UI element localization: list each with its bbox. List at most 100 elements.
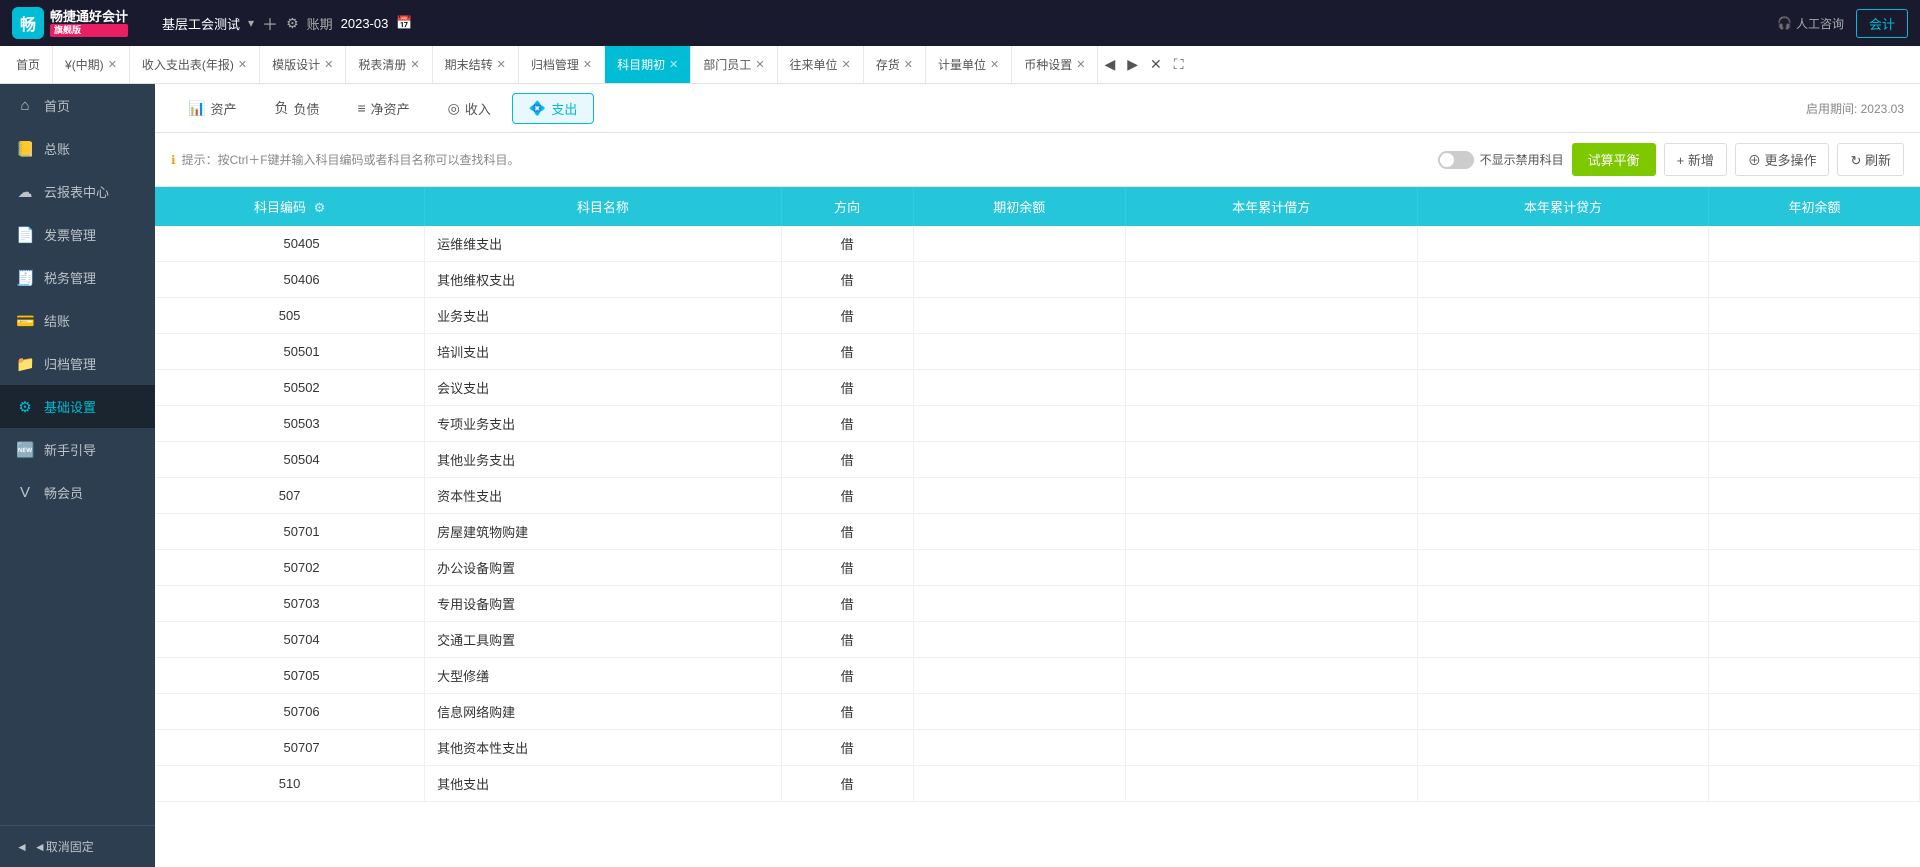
cell-direction: 借 [781,406,913,442]
tab-currency-close[interactable]: ✕ [1076,58,1085,71]
cell-direction: 借 [781,586,913,622]
cell-opening [913,730,1125,766]
tab-department-label: 部门员工 [703,56,751,73]
table-row[interactable]: 50504其他业务支出借 [155,442,1920,478]
cell-ytd-debit [1125,442,1417,478]
tab-nav-left[interactable]: ◀ [1098,46,1121,84]
hint-icon: ℹ [171,153,176,167]
sidebar-item-ledger[interactable]: 📒 总账 [0,127,155,170]
sidebar-item-tax[interactable]: 🧾 税务管理 [0,256,155,299]
tab-template-close[interactable]: ✕ [324,58,333,71]
cell-ytd-debit [1125,262,1417,298]
cell-year-open [1709,478,1920,514]
sidebar-collapse-btn[interactable]: ◄ ◄取消固定 [0,825,155,867]
table-row[interactable]: 510其他支出借 [155,766,1920,802]
tab-income-annual-close[interactable]: ✕ [238,58,247,71]
settings-icon[interactable]: ⚙ [286,15,299,32]
cell-direction: 借 [781,550,913,586]
tab-tax-clear-close[interactable]: ✕ [410,58,419,71]
table-row[interactable]: 507资本性支出借 [155,478,1920,514]
tab-tax-clear-label: 税表清册 [358,56,406,73]
tab-expand[interactable]: ⛶ [1168,46,1190,84]
table-row[interactable]: 505业务支出借 [155,298,1920,334]
table-row[interactable]: 50701房屋建筑物购建借 [155,514,1920,550]
tab-balance-interim[interactable]: ¥(中期)✕ [53,46,130,84]
table-row[interactable]: 50703专用设备购置借 [155,586,1920,622]
sidebar-item-invoice[interactable]: 📄 发票管理 [0,213,155,256]
tab-unit[interactable]: 计量单位✕ [926,46,1012,84]
cell-name: 其他业务支出 [425,442,781,478]
cell-opening [913,586,1125,622]
tab-subject-init[interactable]: 科目期初✕ [605,46,691,84]
cell-direction: 借 [781,730,913,766]
tab-department-close[interactable]: ✕ [755,58,764,71]
company-dropdown-icon[interactable]: ▾ [248,16,254,30]
sub-tab-income[interactable]: ◎ 收入 [431,93,508,124]
cell-code: 510 [155,766,425,802]
table-row[interactable]: 50405运维维支出借 [155,226,1920,262]
cell-ytd-debit [1125,514,1417,550]
sidebar-item-home[interactable]: ⌂ 首页 [0,84,155,127]
tab-archive-close[interactable]: ✕ [583,58,592,71]
account-button[interactable]: 会计 [1856,9,1908,38]
tab-subject-init-close[interactable]: ✕ [669,58,678,71]
tab-close-all[interactable]: ✕ [1144,46,1168,84]
tab-tax-clear[interactable]: 税表清册 ✕ [346,46,432,84]
balance-button[interactable]: 试算平衡 [1572,143,1656,176]
tab-inventory-close[interactable]: ✕ [904,58,913,71]
tab-income-annual[interactable]: 收入支出表(年报)✕ [130,46,260,84]
sub-tab-liability[interactable]: 负 负债 [257,92,336,124]
period-value: 2023-03 [341,16,389,31]
tab-home[interactable]: 首页 [4,46,53,84]
tab-inventory[interactable]: 存货✕ [864,46,926,84]
table-row[interactable]: 50501培训支出借 [155,334,1920,370]
cell-ytd-debit [1125,622,1417,658]
more-button[interactable]: ⊕ 更多操作 [1735,143,1830,176]
archive-icon: 📁 [16,355,34,373]
sidebar-item-guide[interactable]: 🆕 新手引导 [0,428,155,471]
tab-counterpart[interactable]: 往来单位 ✕ [778,46,864,84]
table-row[interactable]: 50707其他资本性支出借 [155,730,1920,766]
cell-direction: 借 [781,298,913,334]
sidebar-item-checkout[interactable]: 💳 结账 [0,299,155,342]
add-company-icon[interactable]: ＋ [262,11,278,35]
tab-currency[interactable]: 币种设置✕ [1012,46,1098,84]
top-center: 基层工会测试 ▾ ＋ ⚙ 账期 2023-03 📅 [162,11,1767,35]
sidebar-item-archive[interactable]: 📁 归档管理 [0,342,155,385]
table-row[interactable]: 50706信息网络购建借 [155,694,1920,730]
toggle-disabled-subjects[interactable]: 不显示禁用科目 [1438,151,1564,169]
tab-period-end-close[interactable]: ✕ [497,58,506,71]
sub-tab-net-asset[interactable]: ≡ 净资产 [340,93,426,124]
tab-template[interactable]: 模版设计✕ [260,46,346,84]
refresh-button[interactable]: ↻ 刷新 [1837,143,1904,176]
cell-ytd-debit [1125,406,1417,442]
service-button[interactable]: 🎧 人工咨询 [1777,15,1844,32]
report-icon: ☁ [16,183,34,201]
cell-ytd-credit [1417,226,1709,262]
tab-department[interactable]: 部门员工 ✕ [691,46,777,84]
tab-unit-close[interactable]: ✕ [990,58,999,71]
tab-bar: 首页 ¥(中期)✕ 收入支出表(年报)✕ 模版设计✕ 税表清册 ✕ 期末结转✕ 归… [0,46,1920,84]
tab-archive[interactable]: 归档管理✕ [519,46,605,84]
sub-tab-expenditure[interactable]: 💠 支出 [512,93,594,124]
tab-balance-interim-close[interactable]: ✕ [108,58,117,71]
tab-counterpart-close[interactable]: ✕ [842,58,851,71]
table-row[interactable]: 50705大型修缮借 [155,658,1920,694]
calendar-icon[interactable]: 📅 [396,15,412,31]
table-row[interactable]: 50406其他维权支出借 [155,262,1920,298]
tab-nav-right[interactable]: ▶ [1121,46,1144,84]
tab-period-end[interactable]: 期末结转✕ [433,46,519,84]
add-button[interactable]: + 新增 [1664,143,1727,176]
sidebar-item-member[interactable]: V 畅会员 [0,471,155,514]
sub-tab-asset[interactable]: 📊 资产 [171,93,253,124]
table-row[interactable]: 50503专项业务支出借 [155,406,1920,442]
sidebar-item-basic[interactable]: ⚙ 基础设置 [0,385,155,428]
cell-direction: 借 [781,766,913,802]
col-settings-icon[interactable]: ⚙ [314,200,326,215]
table-row[interactable]: 50704交通工具购置借 [155,622,1920,658]
table-row[interactable]: 50702办公设备购置借 [155,550,1920,586]
tab-counterpart-label: 往来单位 [790,56,838,73]
sub-tab-asset-label: 资产 [210,99,236,118]
table-row[interactable]: 50502会议支出借 [155,370,1920,406]
sidebar-item-report[interactable]: ☁ 云报表中心 [0,170,155,213]
